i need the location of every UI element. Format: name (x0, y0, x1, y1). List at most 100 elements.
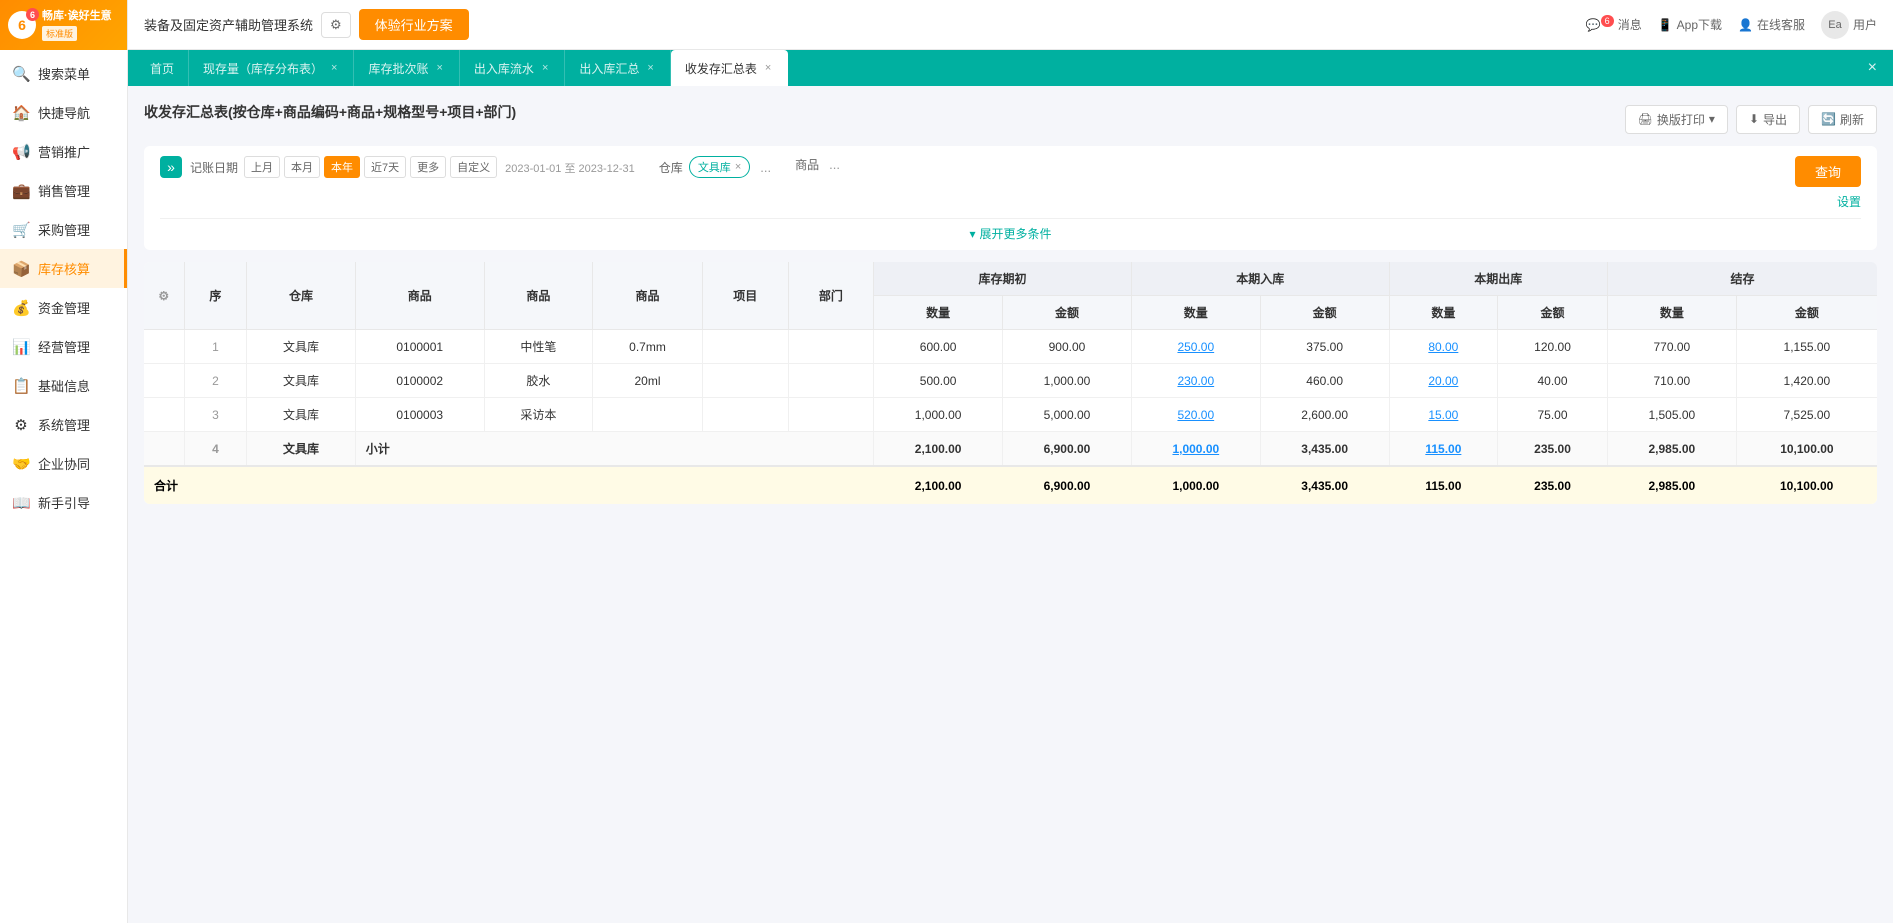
row-department (788, 330, 874, 364)
right-filter-buttons: 查询 设置 (1795, 156, 1861, 210)
query-button[interactable]: 查询 (1795, 156, 1861, 187)
tab-home-label: 首页 (150, 60, 174, 77)
total-in-amt: 3,435.00 (1260, 466, 1389, 504)
close-all-tabs-button[interactable]: × (1860, 59, 1885, 77)
sidebar-item-quick-nav[interactable]: 🏠 快捷导航 (0, 93, 127, 132)
phone-icon: 📱 (1658, 18, 1673, 32)
print-button[interactable]: 🖨 换版打印 ▾ (1625, 105, 1728, 134)
col-end-amt: 金额 (1736, 296, 1877, 330)
row-end-amt: 1,155.00 (1736, 330, 1877, 364)
subtotal-opening-qty: 2,100.00 (874, 432, 1003, 467)
app-download-label: App下载 (1677, 16, 1722, 33)
subtotal-out-qty[interactable]: 115.00 (1389, 432, 1498, 467)
tab-close-batch[interactable]: × (434, 62, 444, 74)
tab-close-inventory-dist[interactable]: × (329, 62, 339, 74)
sidebar-item-purchase[interactable]: 🛒 采购管理 (0, 210, 127, 249)
online-service-action[interactable]: 👤 在线客服 (1738, 16, 1805, 33)
app-download-action[interactable]: 📱 App下载 (1658, 16, 1722, 33)
row-out-qty[interactable]: 20.00 (1389, 364, 1498, 398)
row-out-qty[interactable]: 80.00 (1389, 330, 1498, 364)
tab-inventory-dist[interactable]: 现存量（库存分布表） × (189, 50, 354, 86)
sidebar-item-label: 基础信息 (38, 376, 90, 395)
warehouse-more-options[interactable]: ... (760, 160, 771, 175)
cooperation-icon: 🤝 (12, 455, 30, 473)
tab-recv-summary[interactable]: 收发存汇总表 × (671, 50, 788, 86)
header-settings-button[interactable]: ⚙ (321, 12, 351, 38)
row-in-qty[interactable]: 250.00 (1131, 330, 1260, 364)
filter-settings-link[interactable]: 设置 (1837, 193, 1861, 210)
date-btn-this-year[interactable]: 本年 (324, 156, 360, 178)
row-out-amt: 120.00 (1498, 330, 1608, 364)
row-end-qty: 710.00 (1607, 364, 1736, 398)
row-project (702, 398, 788, 432)
sidebar-item-finance[interactable]: 💰 资金管理 (0, 288, 127, 327)
user-label: 用户 (1853, 16, 1877, 33)
total-in-qty: 1,000.00 (1131, 466, 1260, 504)
subtotal-in-qty[interactable]: 1,000.00 (1131, 432, 1260, 467)
sidebar-item-newbie[interactable]: 📖 新手引导 (0, 483, 127, 522)
row-out-amt: 75.00 (1498, 398, 1608, 432)
print-label: 换版打印 (1657, 111, 1705, 128)
sidebar-item-sales[interactable]: 💼 销售管理 (0, 171, 127, 210)
sales-icon: 💼 (12, 182, 30, 200)
subtotal-warehouse: 文具库 (247, 432, 355, 467)
warehouse-tag-close[interactable]: × (735, 161, 741, 173)
date-btn-more[interactable]: 更多 (410, 156, 446, 178)
row-out-qty[interactable]: 15.00 (1389, 398, 1498, 432)
header-right: 💬 6 消息 📱 App下载 👤 在线客服 Ea 用户 (1586, 11, 1877, 39)
sidebar-item-system[interactable]: ⚙ 系统管理 (0, 405, 127, 444)
tab-summary[interactable]: 出入库汇总 × (565, 50, 670, 86)
tab-flow[interactable]: 出入库流水 × (460, 50, 565, 86)
export-button[interactable]: ⬇ 导出 (1736, 105, 1800, 134)
tab-batch[interactable]: 库存批次账 × (354, 50, 459, 86)
message-label: 消息 (1618, 16, 1642, 33)
col-opening-amt: 金额 (1003, 296, 1132, 330)
sidebar-item-marketing[interactable]: 📢 营销推广 (0, 132, 127, 171)
sidebar-item-cooperation[interactable]: 🤝 企业协同 (0, 444, 127, 483)
refresh-button[interactable]: 🔄 刷新 (1808, 105, 1877, 134)
date-btn-7days[interactable]: 近7天 (364, 156, 406, 178)
tab-close-recv-summary[interactable]: × (763, 62, 773, 74)
logo-icon: 6 (8, 11, 36, 39)
row-in-amt: 2,600.00 (1260, 398, 1389, 432)
row-settings[interactable] (144, 364, 184, 398)
tab-close-flow[interactable]: × (540, 62, 550, 74)
row-settings[interactable] (144, 398, 184, 432)
service-icon: 👤 (1738, 18, 1753, 32)
inventory-table: ⚙ 序 仓库 商品 商品 商品 项目 部门 库存期初 本期入库 本期出库 结存 (144, 262, 1877, 504)
message-action[interactable]: 💬 6 消息 (1586, 16, 1642, 33)
col-settings[interactable]: ⚙ (144, 262, 184, 330)
date-btn-last-month[interactable]: 上月 (244, 156, 280, 178)
sidebar-item-label: 系统管理 (38, 415, 90, 434)
sidebar-item-search[interactable]: 🔍 搜索菜单 (0, 54, 127, 93)
row-in-qty[interactable]: 230.00 (1131, 364, 1260, 398)
sidebar-item-basic-info[interactable]: 📋 基础信息 (0, 366, 127, 405)
row-opening-qty: 1,000.00 (874, 398, 1003, 432)
col-project: 项目 (702, 262, 788, 330)
date-btn-this-month[interactable]: 本月 (284, 156, 320, 178)
row-in-qty[interactable]: 520.00 (1131, 398, 1260, 432)
sidebar-item-inventory[interactable]: 📦 库存核算 (0, 249, 127, 288)
sidebar-item-operations[interactable]: 📊 经营管理 (0, 327, 127, 366)
row-end-qty: 1,505.00 (1607, 398, 1736, 432)
basic-info-icon: 📋 (12, 377, 30, 395)
sidebar-item-label: 库存核算 (38, 259, 90, 278)
sidebar-menu: 🔍 搜索菜单 🏠 快捷导航 📢 营销推广 💼 销售管理 🛒 采购管理 📦 库存核… (0, 50, 127, 923)
export-icon: ⬇ (1749, 112, 1759, 126)
trial-button[interactable]: 体验行业方案 (359, 9, 469, 40)
refresh-label: 刷新 (1840, 111, 1864, 128)
row-out-amt: 40.00 (1498, 364, 1608, 398)
goods-more-options[interactable]: ... (829, 157, 840, 172)
tab-close-summary[interactable]: × (645, 62, 655, 74)
row-in-amt: 375.00 (1260, 330, 1389, 364)
row-settings[interactable] (144, 330, 184, 364)
user-action[interactable]: Ea 用户 (1821, 11, 1877, 39)
table-row: 1 文具库 0100001 中性笔 0.7mm 600.00 900.00 25… (144, 330, 1877, 364)
date-filter: 上月 本月 本年 近7天 更多 自定义 (244, 156, 497, 178)
expand-filter-button[interactable]: » (160, 156, 182, 178)
online-service-label: 在线客服 (1757, 16, 1805, 33)
tab-home[interactable]: 首页 (136, 50, 189, 86)
total-label: 合计 (144, 466, 874, 504)
expand-more-button[interactable]: ▾ 展开更多条件 (969, 225, 1051, 242)
date-btn-custom[interactable]: 自定义 (450, 156, 497, 178)
